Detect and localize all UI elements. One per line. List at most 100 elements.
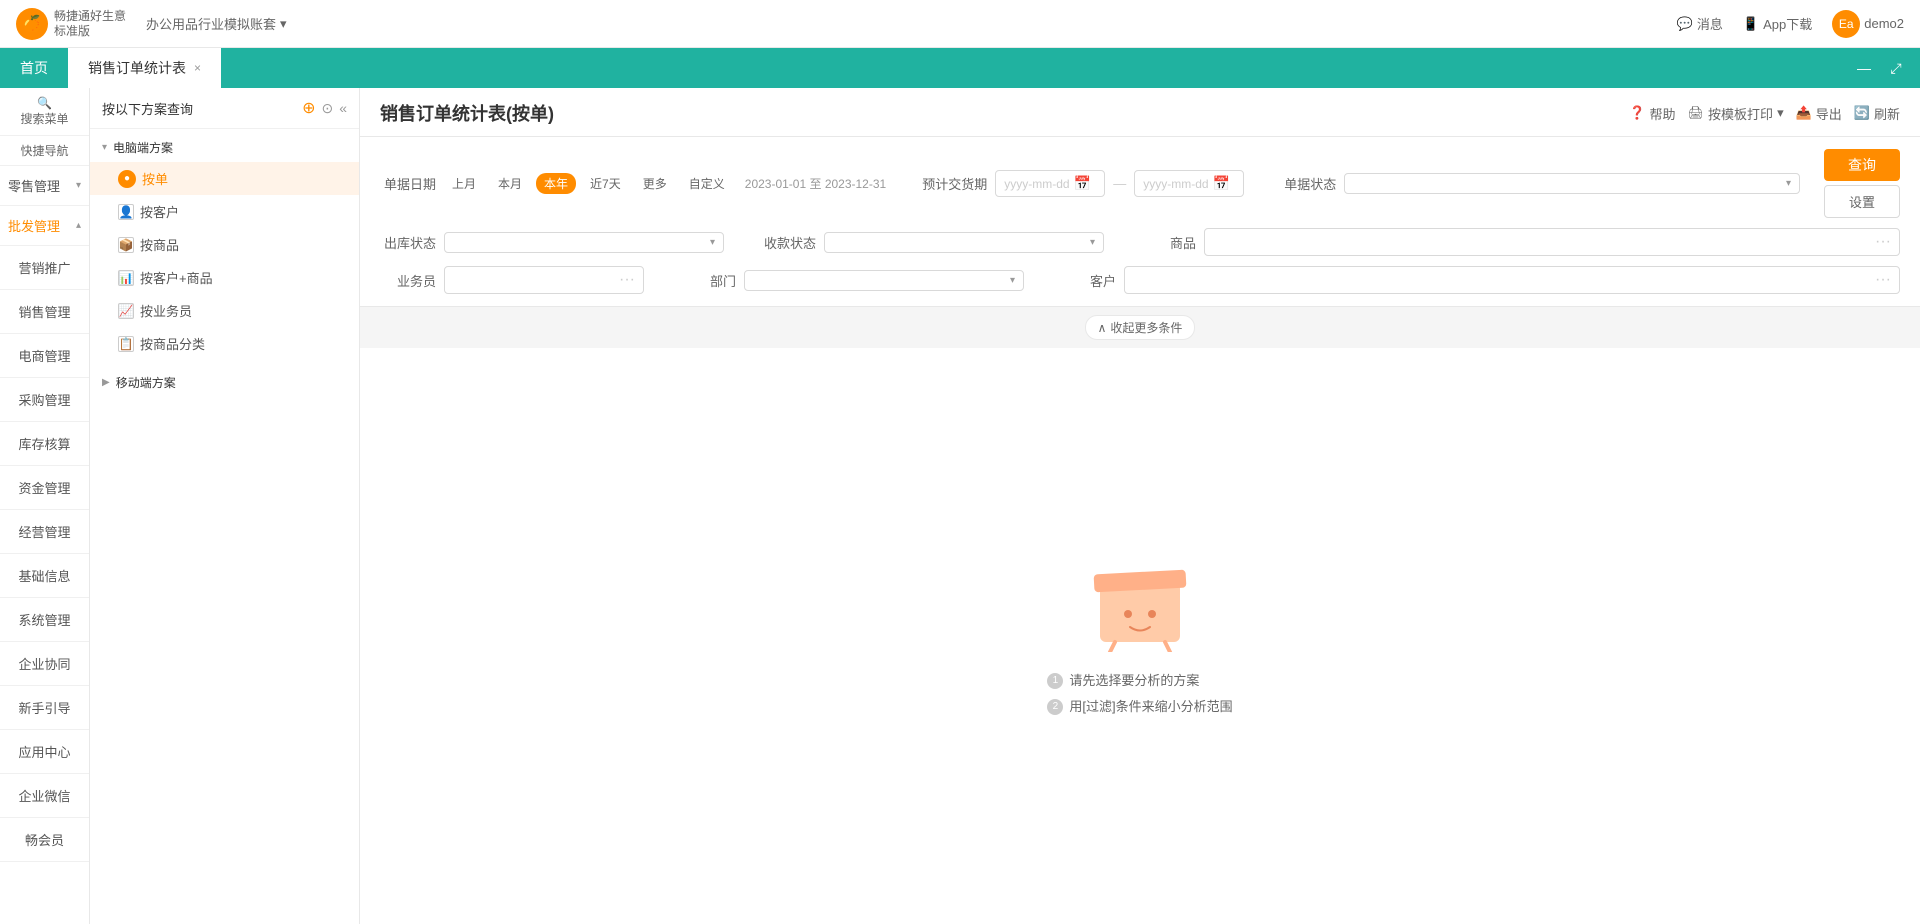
collection-status-filter-block: 收款状态 ▾ [760, 232, 1104, 253]
tab-home[interactable]: 首页 [0, 48, 68, 88]
tab-actions: — ⤢ [1852, 56, 1920, 80]
export-icon: 📤 [1796, 105, 1812, 121]
collapse-panel-button[interactable]: « [339, 100, 347, 116]
query-button[interactable]: 查询 [1824, 149, 1900, 181]
product-scheme-icon: 📦 [118, 237, 134, 253]
tab-close-icon[interactable]: × [194, 61, 201, 75]
sidebar-item-basic[interactable]: 基础信息 [0, 554, 89, 598]
content-area: 按以下方案查询 ⊕ ⊙ « ▾ 电脑端方案 ● 按单 👤 按客 [90, 88, 1920, 924]
date-btn-more[interactable]: 更多 [635, 173, 675, 194]
scheme-panel-header: 按以下方案查询 ⊕ ⊙ « [90, 88, 359, 129]
sidebar-item-newuser[interactable]: 新手引导 [0, 686, 89, 730]
tab-minimize-button[interactable]: — [1852, 56, 1876, 80]
expected-date-filter-block: 预计交货期 yyyy-mm-dd 📅 — yyyy-mm-dd 📅 [922, 170, 1244, 197]
sidebar-item-retail[interactable]: 零售管理 ▾ [0, 166, 89, 206]
chevron-down-icon: ▾ [102, 142, 107, 153]
category-scheme-icon: 📋 [118, 336, 134, 352]
mobile-scheme-group-title[interactable]: ▶ 移动端方案 [90, 368, 359, 397]
customer-input[interactable]: ··· [1124, 266, 1900, 294]
page-header: 销售订单统计表(按单) ❓ 帮助 🖨 按模板打印 ▾ 📤 导出 [360, 88, 1920, 137]
product-label: 商品 [1140, 233, 1196, 252]
date-btn-this-year[interactable]: 本年 [536, 173, 576, 194]
main-layout: 🔍 搜索菜单 快捷导航 零售管理 ▾ 批发管理 ▴ 营销推广 销售管理 电商管理… [0, 88, 1920, 924]
doc-status-select[interactable]: ▾ [1344, 173, 1800, 194]
sidebar-search[interactable]: 🔍 搜索菜单 [0, 88, 89, 136]
help-button[interactable]: ❓ 帮助 [1629, 104, 1675, 123]
salesperson-input[interactable]: ··· [444, 266, 644, 294]
product-input[interactable]: ··· [1204, 228, 1900, 256]
product-filter-block: 商品 ··· [1140, 228, 1900, 256]
scheme-item-by-salesperson[interactable]: 📈 按业务员 [90, 294, 359, 327]
scheme-item-by-product[interactable]: 📦 按商品 [90, 228, 359, 261]
scheme-item-by-customer-product[interactable]: 📊 按客户+商品 [90, 261, 359, 294]
dept-filter-block: 部门 ▾ [680, 270, 1024, 291]
dept-select[interactable]: ▾ [744, 270, 1024, 291]
collection-status-select[interactable]: ▾ [824, 232, 1104, 253]
date-btn-custom[interactable]: 自定义 [681, 173, 733, 194]
add-scheme-button[interactable]: ⊕ [302, 98, 315, 118]
date-btn-7days[interactable]: 近7天 [582, 173, 629, 194]
sidebar-item-sales[interactable]: 销售管理 [0, 290, 89, 334]
page-actions: ❓ 帮助 🖨 按模板打印 ▾ 📤 导出 🔄 刷新 [1629, 104, 1900, 123]
help-icon: ❓ [1629, 105, 1645, 121]
product-dots: ··· [1875, 233, 1891, 251]
sidebar-item-system[interactable]: 系统管理 [0, 598, 89, 642]
date-btn-this-month[interactable]: 本月 [490, 173, 530, 194]
tabbar: 首页 销售订单统计表 × — ⤢ [0, 48, 1920, 88]
scheme-item-by-order[interactable]: ● 按单 [90, 162, 359, 195]
calendar-start-icon: 📅 [1074, 175, 1091, 192]
calendar-end-icon: 📅 [1213, 175, 1230, 192]
print-button[interactable]: 🖨 按模板打印 ▾ [1688, 104, 1784, 123]
sidebar-item-inventory[interactable]: 库存核算 [0, 422, 89, 466]
print-icon: 🖨 [1688, 105, 1705, 121]
user-menu[interactable]: Ea demo2 [1832, 10, 1904, 38]
collapse-bar: ∧ 收起更多条件 [360, 307, 1920, 348]
expected-date-label: 预计交货期 [922, 174, 987, 193]
expected-date-end-input[interactable]: yyyy-mm-dd 📅 [1134, 170, 1244, 197]
message-button[interactable]: 💬 消息 [1677, 14, 1723, 33]
sidebar-item-wechat[interactable]: 企业微信 [0, 774, 89, 818]
app-download-button[interactable]: 📱 App下载 [1743, 14, 1812, 33]
date-filter-block: 单据日期 上月 本月 本年 近7天 更多 自定义 2023-01-01 至 20… [380, 173, 886, 194]
date-btn-last-month[interactable]: 上月 [444, 173, 484, 194]
mobile-scheme-group: ▶ 移动端方案 [90, 368, 359, 397]
customer-filter-block: 客户 ··· [1060, 266, 1900, 294]
empty-svg [1080, 552, 1200, 652]
topbar-left: 🍊 畅捷通好生意 标准版 办公用品行业模拟账套 ▾ [16, 8, 287, 40]
collapse-button[interactable]: ∧ 收起更多条件 [1085, 315, 1196, 340]
tab-maximize-button[interactable]: ⤢ [1884, 56, 1908, 80]
scheme-item-by-category[interactable]: 📋 按商品分类 [90, 327, 359, 360]
sidebar-item-member[interactable]: 畅会员 [0, 818, 89, 862]
export-button[interactable]: 📤 导出 [1796, 104, 1842, 123]
sidebar-item-enterprise[interactable]: 企业协同 [0, 642, 89, 686]
sidebar-item-appcenter[interactable]: 应用中心 [0, 730, 89, 774]
sidebar-item-operations[interactable]: 经营管理 [0, 510, 89, 554]
sidebar-item-marketing[interactable]: 营销推广 [0, 246, 89, 290]
customer-dots: ··· [1875, 271, 1891, 289]
settings-button[interactable]: 设置 [1824, 185, 1900, 218]
doc-status-filter-block: 单据状态 ▾ [1280, 173, 1800, 194]
sidebar-item-ecommerce[interactable]: 电商管理 [0, 334, 89, 378]
refresh-button[interactable]: 🔄 刷新 [1854, 104, 1900, 123]
empty-tip-1: 1 请先选择要分析的方案 [1047, 668, 1232, 694]
customer-label: 客户 [1060, 271, 1116, 290]
doc-status-dropdown-icon: ▾ [1786, 178, 1791, 189]
collection-status-label: 收款状态 [760, 233, 816, 252]
pc-scheme-group-title[interactable]: ▾ 电脑端方案 [90, 133, 359, 162]
right-action-buttons: 查询 设置 [1824, 149, 1900, 218]
refresh-icon: 🔄 [1854, 105, 1870, 121]
settings-scheme-button[interactable]: ⊙ [321, 100, 333, 117]
ship-status-select[interactable]: ▾ [444, 232, 724, 253]
logo-area: 🍊 畅捷通好生意 标准版 [16, 8, 126, 40]
sidebar-quick-nav[interactable]: 快捷导航 [0, 136, 89, 166]
app-selector[interactable]: 办公用品行业模拟账套 ▾ [146, 14, 287, 33]
collection-status-dropdown-icon: ▾ [1090, 237, 1095, 248]
sidebar-item-finance[interactable]: 资金管理 [0, 466, 89, 510]
sidebar-item-wholesale[interactable]: 批发管理 ▴ [0, 206, 89, 246]
scheme-item-by-customer[interactable]: 👤 按客户 [90, 195, 359, 228]
expected-date-start-input[interactable]: yyyy-mm-dd 📅 [995, 170, 1105, 197]
tab-active[interactable]: 销售订单统计表 × [68, 48, 221, 88]
sidebar-item-purchase[interactable]: 采购管理 [0, 378, 89, 422]
scheme-panel: 按以下方案查询 ⊕ ⊙ « ▾ 电脑端方案 ● 按单 👤 按客 [90, 88, 360, 924]
chevron-right-icon: ▶ [102, 377, 110, 388]
